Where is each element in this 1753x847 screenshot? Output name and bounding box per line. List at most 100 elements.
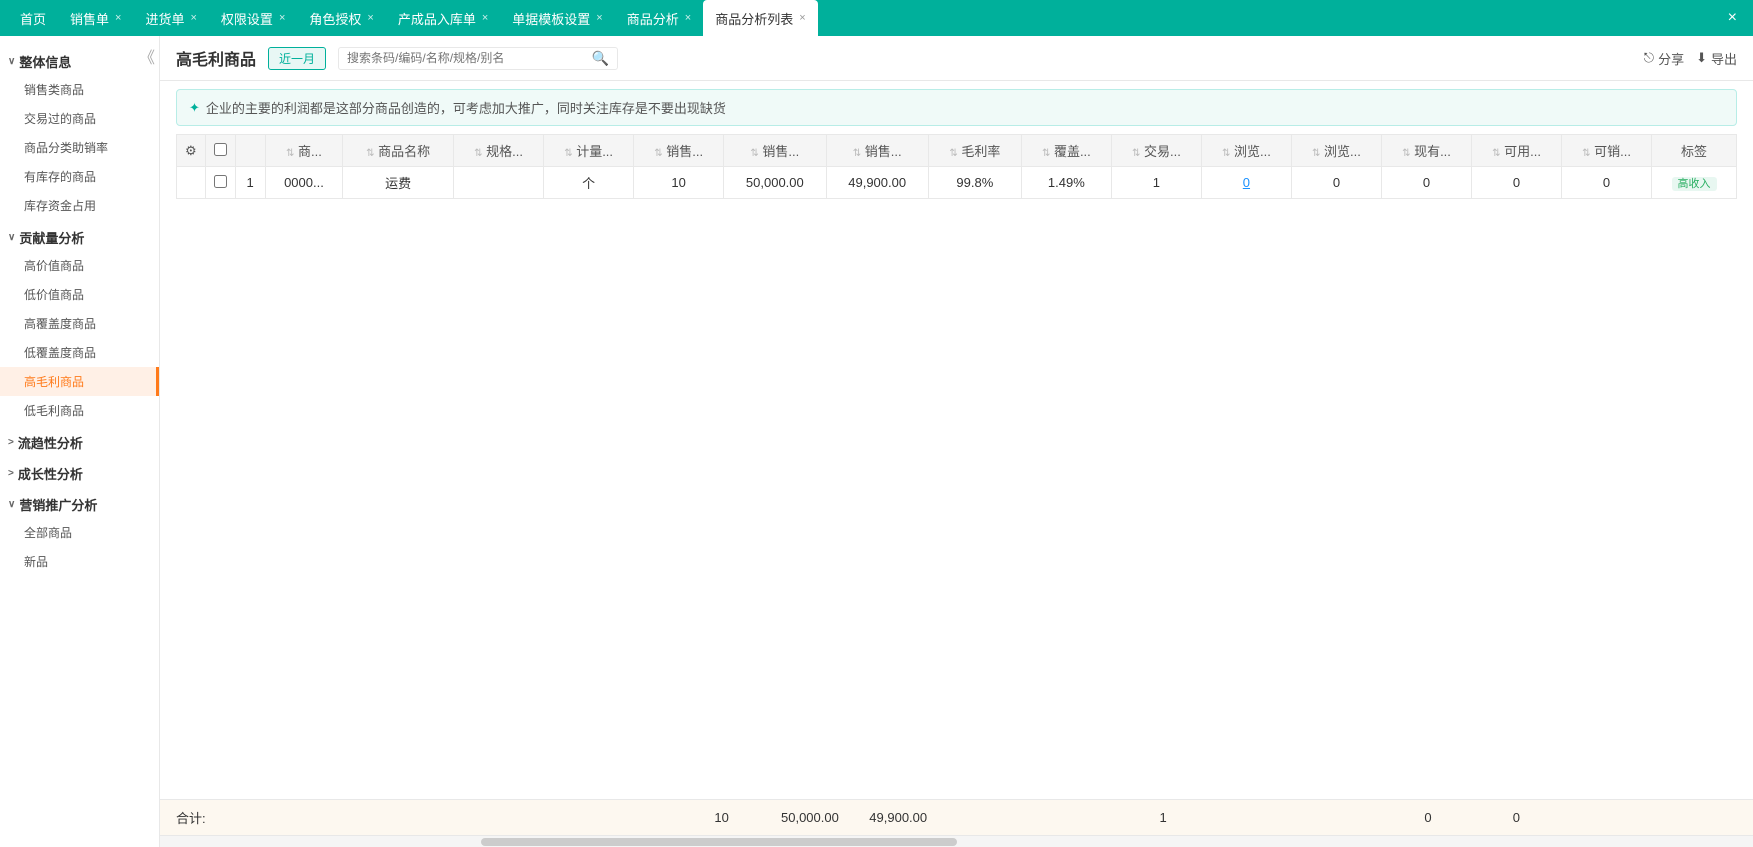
nav-tab[interactable]: 产成品入库单× xyxy=(386,0,500,36)
sidebar-group-title[interactable]: >流趋性分析 xyxy=(0,425,159,456)
sidebar-item[interactable]: 低覆盖度商品 xyxy=(0,338,159,367)
table-header-cell[interactable]: ⇅ 覆盖... xyxy=(1021,135,1111,167)
scroll-thumb[interactable] xyxy=(481,838,957,846)
sidebar-item[interactable]: 销售类商品 xyxy=(0,75,159,104)
nav-tab[interactable]: 商品分析× xyxy=(615,0,703,36)
tab-close-icon[interactable]: × xyxy=(279,12,285,24)
sidebar-group-arrow-icon: > xyxy=(8,437,14,448)
table-cell-spec xyxy=(454,167,544,199)
browse-link[interactable]: 0 xyxy=(1243,175,1250,190)
sidebar-item[interactable]: 库存资金占用 xyxy=(0,191,159,220)
export-button[interactable]: ⬇ 导出 xyxy=(1696,49,1737,68)
main-layout: 《 ∨整体信息销售类商品交易过的商品商品分类助销率有库存的商品库存资金占用 ∨ 贡献… xyxy=(0,36,1753,847)
tab-close-icon[interactable]: × xyxy=(685,12,691,24)
sidebar-group-arrow-icon: > xyxy=(8,468,14,479)
sidebar-item[interactable]: 有库存的商品 xyxy=(0,162,159,191)
table-row: 10000...运费个1050,000.0049,900.0099.8%1.49… xyxy=(177,167,1737,199)
table-header-cell[interactable]: ⇅ 商... xyxy=(265,135,343,167)
table-header-cell[interactable]: ⇅ 计量... xyxy=(544,135,634,167)
sidebar-group-label: 贡献量分析 xyxy=(19,228,84,247)
table-header-cell[interactable]: ⇅ 销售... xyxy=(826,135,928,167)
sidebar: 《 ∨整体信息销售类商品交易过的商品商品分类助销率有库存的商品库存资金占用 ∨ 贡献… xyxy=(0,36,160,847)
notice-bar: ✦ 企业的主要的利润都是这部分商品创造的，可考虑加大推广，同时关注库存是不要出现… xyxy=(176,89,1737,126)
table-cell-available: 0 xyxy=(1472,167,1562,199)
nav-tab[interactable]: 进货单× xyxy=(133,0,208,36)
table-header-cell[interactable]: ⇅ 毛利率 xyxy=(928,135,1021,167)
sidebar-collapse-button[interactable]: 《 xyxy=(139,44,155,68)
search-input[interactable] xyxy=(347,51,588,65)
table-header-cell[interactable]: ⇅ 交易... xyxy=(1111,135,1201,167)
sidebar-group-title[interactable]: > 成长性分析 xyxy=(0,456,159,487)
sidebar-group-title[interactable]: ∨整体信息 xyxy=(0,44,159,75)
table-header-cell[interactable] xyxy=(205,135,235,167)
tab-close-icon[interactable]: × xyxy=(482,12,488,24)
nav-tab[interactable]: 首页 xyxy=(8,0,58,36)
sidebar-group-label: 营销推广分析 xyxy=(19,495,97,514)
nav-tab[interactable]: 权限设置× xyxy=(209,0,297,36)
tab-close-icon[interactable]: × xyxy=(799,12,805,24)
table-cell-unit: 个 xyxy=(544,167,634,199)
footer-empty-8 xyxy=(1207,810,1295,825)
table-header-cell[interactable] xyxy=(235,135,265,167)
sidebar-item[interactable]: 新品 xyxy=(0,547,159,576)
header-actions: ⎋ 分享 ⬇ 导出 xyxy=(1644,49,1737,68)
table-header-cell[interactable]: 标签 xyxy=(1652,135,1737,167)
nav-tab[interactable]: 销售单× xyxy=(58,0,133,36)
sidebar-item[interactable]: 高毛利商品 xyxy=(0,367,159,396)
nav-tab[interactable]: 角色授权× xyxy=(297,0,385,36)
share-button[interactable]: ⎋ 分享 xyxy=(1644,49,1684,68)
table-cell-name: 运费 xyxy=(343,167,454,199)
sidebar-item[interactable]: 全部商品 xyxy=(0,518,159,547)
export-icon: ⬇ xyxy=(1696,50,1707,66)
table-header-cell[interactable]: ⇅ 可销... xyxy=(1562,135,1652,167)
sidebar-group-arrow-icon: ∨ xyxy=(8,232,15,243)
export-label: 导出 xyxy=(1711,49,1737,68)
table-header-cell[interactable]: ⇅ 浏览... xyxy=(1291,135,1381,167)
sidebar-item[interactable]: 高覆盖度商品 xyxy=(0,309,159,338)
table-header-cell[interactable]: ⇅ 销售... xyxy=(634,135,724,167)
nav-tab[interactable]: 商品分析列表× xyxy=(703,0,817,36)
footer-current: 0 xyxy=(1384,810,1472,825)
table-header-cell[interactable]: ⚙ xyxy=(177,135,206,167)
sidebar-group-title[interactable]: ∨营销推广分析 xyxy=(0,487,159,518)
table-header-cell[interactable]: ⇅ 现有... xyxy=(1381,135,1471,167)
table-header-cell[interactable]: ⇅ 销售... xyxy=(724,135,826,167)
footer-empty-6 xyxy=(942,810,1030,825)
content-header: 高毛利商品 近一月 🔍 ⎋ 分享 ⬇ 导出 xyxy=(160,36,1753,81)
footer-cells: 10 50,000.00 49,900.00 1 0 0 xyxy=(236,810,1737,825)
sidebar-group-title[interactable]: ∨ 贡献量分析 xyxy=(0,220,159,251)
select-all-checkbox[interactable] xyxy=(214,143,227,156)
search-icon[interactable]: 🔍 xyxy=(592,50,609,67)
horizontal-scrollbar[interactable] xyxy=(160,835,1753,847)
footer-empty-2 xyxy=(324,810,412,825)
sidebar-group-label: 成长性分析 xyxy=(18,464,83,483)
sidebar-item[interactable]: 低毛利商品 xyxy=(0,396,159,425)
tab-close-icon[interactable]: × xyxy=(367,12,373,24)
page-title: 高毛利商品 xyxy=(176,46,256,70)
sidebar-item[interactable]: 高价值商品 xyxy=(0,251,159,280)
table-header-cell[interactable]: ⇅ 商品名称 xyxy=(343,135,454,167)
sidebar-group: >流趋性分析 xyxy=(0,425,159,456)
table-cell-saleable: 0 xyxy=(1562,167,1652,199)
table-header-cell[interactable]: ⇅ 规格... xyxy=(454,135,544,167)
table-cell-checkbox xyxy=(205,167,235,199)
table-cell-saleQty: 10 xyxy=(634,167,724,199)
period-button[interactable]: 近一月 xyxy=(268,47,326,70)
table-header-cell[interactable]: ⇅ 可用... xyxy=(1472,135,1562,167)
nav-tab[interactable]: 单据模板设置× xyxy=(500,0,614,36)
sidebar-item[interactable]: 商品分类助销率 xyxy=(0,133,159,162)
sidebar-item[interactable]: 交易过的商品 xyxy=(0,104,159,133)
footer-txn: 1 xyxy=(1119,810,1207,825)
content-area: 高毛利商品 近一月 🔍 ⎋ 分享 ⬇ 导出 ✦ 企业的主要的利润都是这部分商品创… xyxy=(160,36,1753,847)
close-app-button[interactable]: × xyxy=(1720,9,1745,27)
footer-empty-10 xyxy=(1560,810,1648,825)
table-header-cell[interactable]: ⇅ 浏览... xyxy=(1201,135,1291,167)
tab-close-icon[interactable]: × xyxy=(596,12,602,24)
tab-close-icon[interactable]: × xyxy=(115,12,121,24)
sidebar-item[interactable]: 低价值商品 xyxy=(0,280,159,309)
footer-empty-5 xyxy=(589,810,677,825)
table-cell-txn: 1 xyxy=(1111,167,1201,199)
row-checkbox[interactable] xyxy=(214,175,227,188)
tab-close-icon[interactable]: × xyxy=(190,12,196,24)
table-cell-coverRate: 1.49% xyxy=(1021,167,1111,199)
